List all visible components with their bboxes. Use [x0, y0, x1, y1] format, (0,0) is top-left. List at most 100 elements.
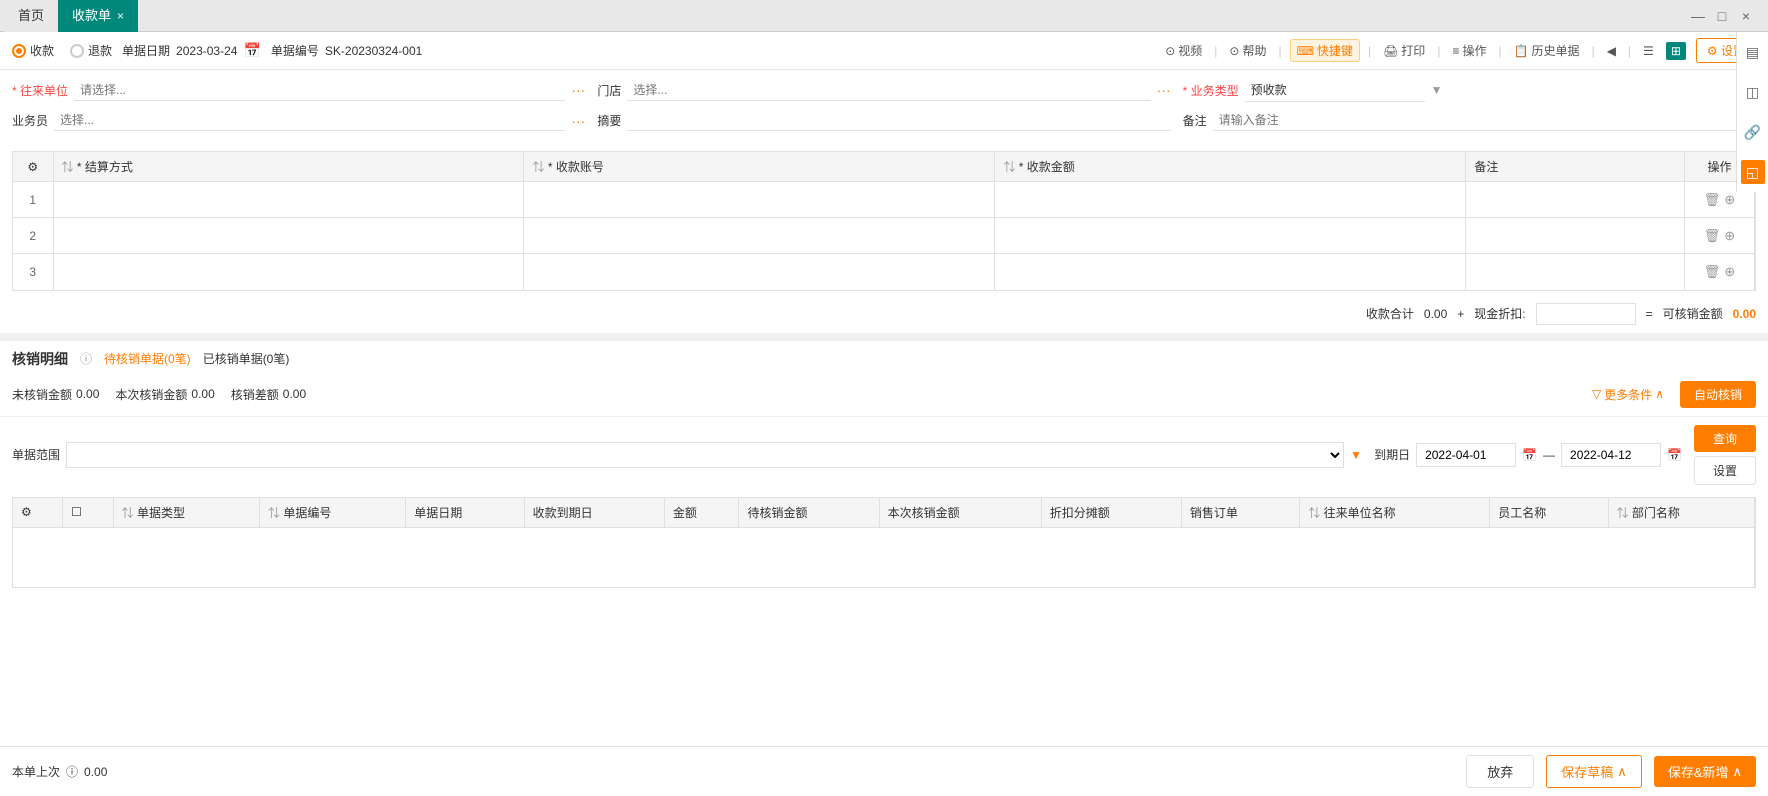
row1-copy-icon[interactable]: ⊕ — [1724, 192, 1735, 208]
more-conditions-btn[interactable]: ▽ 更多条件 ∧ — [1592, 386, 1664, 403]
bth-amount: 金额 — [664, 498, 739, 528]
row2-amount[interactable] — [995, 218, 1466, 254]
row1-account[interactable] — [524, 182, 995, 218]
range-label: 单据范围 — [12, 446, 60, 463]
salesman-input[interactable] — [54, 110, 565, 131]
range-select[interactable] — [66, 442, 1344, 468]
info-icon[interactable]: ⓘ — [66, 763, 78, 780]
tab-active[interactable]: 收款单 × — [58, 0, 138, 32]
remark-input[interactable] — [1213, 110, 1756, 131]
help-link[interactable]: ⊙ 帮助 — [1225, 40, 1270, 61]
range-dropdown-icon[interactable]: ▼ — [1350, 448, 1362, 462]
store-label: 门店 — [597, 82, 621, 99]
footer-value: 0.00 — [84, 765, 107, 779]
radio-receipt-label: 收款 — [30, 42, 54, 59]
row3-amount[interactable] — [995, 254, 1466, 290]
row3-account[interactable] — [524, 254, 995, 290]
salesman-more-icon[interactable]: ··· — [571, 113, 585, 129]
party-label: * 往来单位 — [12, 82, 68, 99]
tab-home[interactable]: 首页 — [4, 0, 58, 32]
calendar-icon[interactable]: 📅 — [243, 42, 260, 59]
shortcut-link[interactable]: ⌨ 快捷键 — [1290, 39, 1360, 62]
row2-account[interactable] — [524, 218, 995, 254]
discard-btn[interactable]: 放弃 — [1466, 755, 1534, 788]
store-input[interactable] — [627, 80, 1150, 101]
radio-receipt[interactable]: 收款 — [12, 42, 54, 59]
operations-icon: ≡ — [1452, 44, 1459, 58]
unchecked-label: 未核销金额 — [12, 386, 72, 403]
filter-settings-btn[interactable]: 设置 — [1694, 456, 1756, 485]
row1-delete-icon[interactable]: 🗑 — [1704, 192, 1721, 208]
tab-active-label: 收款单 — [72, 0, 111, 32]
this-time-label: 本次核销金额 — [115, 386, 187, 403]
summary-input[interactable] — [627, 110, 1170, 131]
row1-remark[interactable] — [1466, 182, 1685, 218]
store-more-icon[interactable]: ··· — [1157, 82, 1171, 98]
radio-refund[interactable]: 退款 — [70, 42, 112, 59]
completed-tab[interactable]: 已核销单据(0笔) — [203, 350, 290, 367]
party-input[interactable] — [74, 80, 565, 101]
discount-input[interactable] — [1536, 303, 1636, 325]
date-from-input[interactable] — [1416, 443, 1516, 467]
sidebar-icon-3[interactable]: 🔗 — [1741, 120, 1765, 144]
video-link[interactable]: ⊙ 视频 — [1161, 40, 1206, 61]
print-label: 打印 — [1401, 42, 1425, 59]
biz-type-value[interactable]: 预收款 — [1245, 78, 1425, 102]
sidebar-icon-1[interactable]: ▤ — [1741, 40, 1765, 64]
row1-actions: 🗑 ⊕ — [1693, 192, 1746, 208]
maximize-btn[interactable]: □ — [1714, 8, 1730, 24]
save-draft-btn[interactable]: 保存草稿 ∧ — [1546, 755, 1642, 788]
divider5: | — [1498, 44, 1501, 58]
bth-doc-num-label: 单据编号 — [283, 506, 331, 520]
date-dash: — — [1543, 448, 1555, 462]
bth-checkbox[interactable]: ☐ — [63, 498, 114, 528]
tab-close-btn[interactable]: × — [117, 0, 124, 32]
doc-date-value[interactable]: 2023-03-24 — [176, 44, 237, 58]
plus-sign: + — [1457, 307, 1464, 321]
date-to-input[interactable] — [1561, 443, 1661, 467]
row-num-3: 3 — [13, 254, 53, 290]
row2-payment[interactable] — [53, 218, 524, 254]
row3-copy-icon[interactable]: ⊕ — [1724, 264, 1735, 280]
form-area: * 往来单位 ··· 门店 ··· * 业务类型 预收款 ▼ 业务员 · — [0, 70, 1768, 147]
row1-amount[interactable] — [995, 182, 1466, 218]
summary-label: 摘要 — [597, 112, 621, 129]
row2-remark[interactable] — [1466, 218, 1685, 254]
calendar-to-icon[interactable]: 📅 — [1667, 448, 1682, 462]
history-link[interactable]: 📋 历史单据 — [1510, 40, 1584, 61]
table-row: 1 🗑 ⊕ — [13, 182, 1755, 218]
print-link[interactable]: 🖨 打印 — [1379, 40, 1429, 61]
nav-grid[interactable]: ⊞ — [1666, 42, 1686, 60]
sidebar-icon-2[interactable]: ◫ — [1741, 80, 1765, 104]
video-icon: ⊙ — [1165, 44, 1175, 58]
doc-num-field: 单据编号 SK-20230324-001 — [271, 42, 422, 59]
row3-remark[interactable] — [1466, 254, 1685, 290]
query-btn[interactable]: 查询 — [1694, 425, 1756, 452]
more-conditions-label: 更多条件 — [1604, 386, 1652, 403]
party-more-icon[interactable]: ··· — [571, 82, 585, 98]
biz-type-dropdown-icon[interactable]: ▼ — [1431, 83, 1443, 97]
th-settings[interactable]: ⚙ — [13, 152, 53, 182]
nav-prev[interactable]: ◀ — [1603, 42, 1620, 60]
save-new-btn[interactable]: 保存&新增 ∧ — [1654, 756, 1756, 787]
row2-delete-icon[interactable]: 🗑 — [1704, 228, 1721, 244]
row3-payment[interactable] — [53, 254, 524, 290]
minimize-btn[interactable]: — — [1690, 8, 1706, 24]
operations-link[interactable]: ≡ 操作 — [1448, 40, 1490, 61]
calendar-from-icon[interactable]: 📅 — [1522, 448, 1537, 462]
verification-info-icon[interactable]: ⓘ — [80, 350, 92, 367]
doc-num-value[interactable]: SK-20230324-001 — [325, 44, 422, 58]
row3-delete-icon[interactable]: 🗑 — [1704, 264, 1721, 280]
bth-settings[interactable]: ⚙ — [13, 498, 63, 528]
sidebar-icon-4[interactable]: ◱ — [1741, 160, 1765, 184]
top-toolbar: 收款 退款 单据日期 2023-03-24 📅 单据编号 SK-20230324… — [0, 32, 1768, 70]
row1-payment[interactable] — [53, 182, 524, 218]
equals-sign: = — [1646, 307, 1653, 321]
window-close-btn[interactable]: × — [1738, 8, 1754, 24]
nav-list[interactable]: ☰ — [1639, 42, 1658, 60]
row2-copy-icon[interactable]: ⊕ — [1724, 228, 1735, 244]
pending-tab[interactable]: 待核销单据(0笔) — [104, 350, 191, 367]
filter-buttons: 查询 设置 — [1694, 425, 1756, 485]
biz-type-label: * 业务类型 — [1183, 82, 1239, 99]
auto-verify-btn[interactable]: 自动核销 — [1680, 381, 1756, 408]
